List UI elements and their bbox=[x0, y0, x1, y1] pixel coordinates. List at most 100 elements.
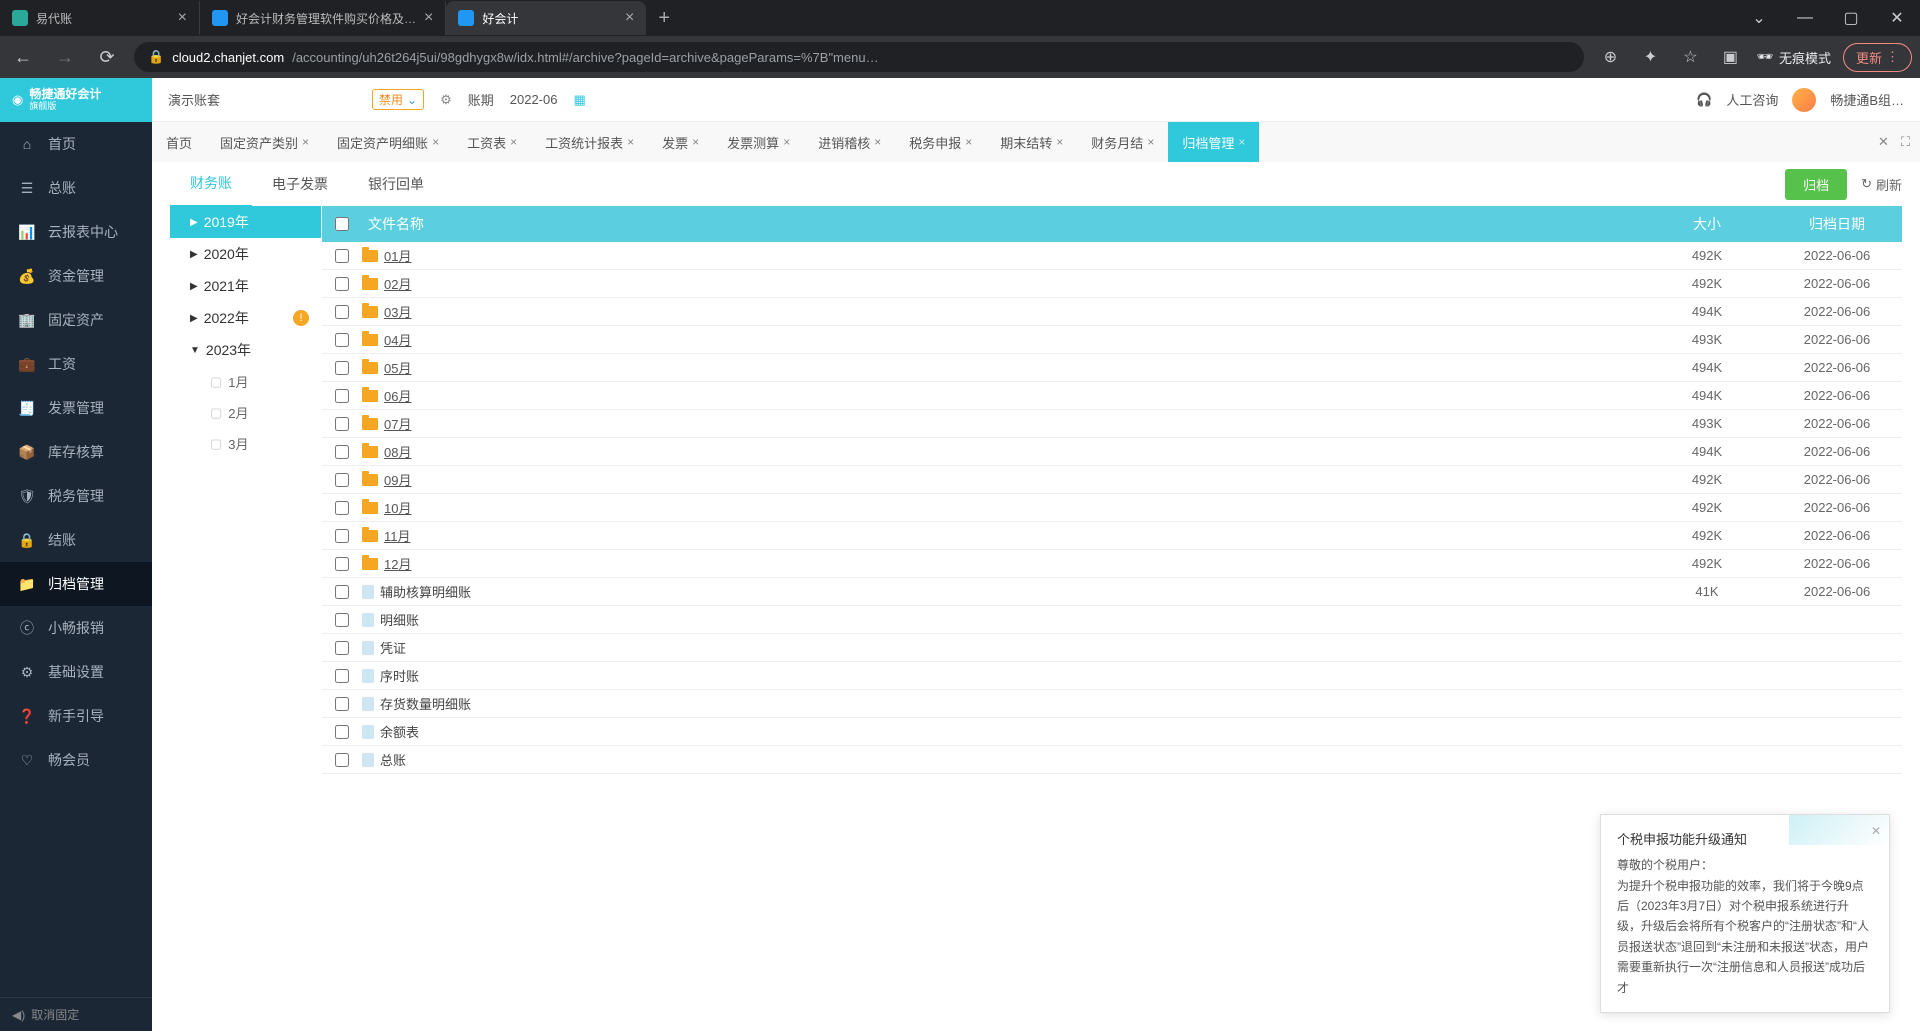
row-checkbox[interactable] bbox=[335, 473, 349, 487]
year-tree-child[interactable]: ▢ 1月 bbox=[170, 366, 321, 397]
sidebar-item[interactable]: ⌂ 首页 bbox=[0, 122, 152, 166]
sub-tab[interactable]: 财务账 bbox=[170, 161, 252, 207]
file-link[interactable]: 01月 bbox=[384, 246, 411, 265]
file-link[interactable]: 03月 bbox=[384, 302, 411, 321]
close-icon[interactable]: × bbox=[1238, 135, 1245, 149]
sidebar-item[interactable]: 🛡 税务管理 bbox=[0, 474, 152, 518]
sub-tab[interactable]: 电子发票 bbox=[252, 162, 348, 206]
minimize-button[interactable]: ― bbox=[1782, 0, 1828, 36]
close-icon[interactable]: × bbox=[627, 135, 634, 149]
sidebar-item[interactable]: ⚙ 基础设置 bbox=[0, 650, 152, 694]
close-icon[interactable]: × bbox=[783, 135, 790, 149]
close-icon[interactable]: × bbox=[178, 9, 187, 27]
row-checkbox[interactable] bbox=[335, 641, 349, 655]
file-link[interactable]: 05月 bbox=[384, 358, 411, 377]
close-icon[interactable]: × bbox=[1056, 135, 1063, 149]
row-checkbox[interactable] bbox=[335, 613, 349, 627]
page-tab[interactable]: 固定资产明细账× bbox=[323, 122, 453, 162]
file-link[interactable]: 04月 bbox=[384, 330, 411, 349]
file-link[interactable]: 08月 bbox=[384, 442, 411, 461]
chevron-down-icon[interactable]: ⌄ bbox=[1736, 0, 1782, 36]
page-tab[interactable]: 期末结转× bbox=[986, 122, 1077, 162]
refresh-button[interactable]: ↻ 刷新 bbox=[1861, 175, 1902, 194]
row-checkbox[interactable] bbox=[335, 333, 349, 347]
forward-button[interactable]: → bbox=[50, 42, 80, 72]
close-icon[interactable]: × bbox=[625, 9, 634, 27]
close-icon[interactable]: × bbox=[874, 135, 881, 149]
row-checkbox[interactable] bbox=[335, 389, 349, 403]
page-tab[interactable]: 进销稽核× bbox=[804, 122, 895, 162]
sidebar-item[interactable]: 🔒 结账 bbox=[0, 518, 152, 562]
extensions-icon[interactable]: ✦ bbox=[1636, 43, 1664, 71]
sidebar-item[interactable]: 🧾 发票管理 bbox=[0, 386, 152, 430]
file-link[interactable]: 02月 bbox=[384, 274, 411, 293]
sidebar-item[interactable]: ❓ 新手引导 bbox=[0, 694, 152, 738]
page-tab[interactable]: 首页 bbox=[152, 122, 206, 162]
close-window-button[interactable]: ✕ bbox=[1874, 0, 1920, 36]
row-checkbox[interactable] bbox=[335, 277, 349, 291]
zoom-icon[interactable]: ⊕ bbox=[1596, 43, 1624, 71]
page-tab[interactable]: 财务月结× bbox=[1077, 122, 1168, 162]
browser-tab[interactable]: 好会计财务管理软件购买价格及… × bbox=[200, 1, 446, 35]
sidebar-item[interactable]: 💼 工资 bbox=[0, 342, 152, 386]
year-tree-child[interactable]: ▢ 2月 bbox=[170, 397, 321, 428]
row-checkbox[interactable] bbox=[335, 585, 349, 599]
sidebar-item[interactable]: ⓒ 小畅报销 bbox=[0, 606, 152, 650]
select-all-checkbox[interactable] bbox=[335, 217, 349, 231]
url-input[interactable]: 🔒 cloud2.chanjet.com /accounting/uh26t26… bbox=[134, 42, 1584, 72]
row-checkbox[interactable] bbox=[335, 753, 349, 767]
read-mode-icon[interactable]: ▣ bbox=[1716, 43, 1744, 71]
row-checkbox[interactable] bbox=[335, 529, 349, 543]
gear-icon[interactable]: ⚙ bbox=[440, 92, 452, 108]
new-tab-button[interactable]: + bbox=[646, 7, 682, 30]
sidebar-unpin[interactable]: ◀) 取消固定 bbox=[0, 997, 152, 1031]
close-icon[interactable]: × bbox=[432, 135, 439, 149]
avatar[interactable] bbox=[1792, 88, 1816, 112]
sidebar-item[interactable]: ☰ 总账 bbox=[0, 166, 152, 210]
row-checkbox[interactable] bbox=[335, 557, 349, 571]
sidebar-item[interactable]: 📊 云报表中心 bbox=[0, 210, 152, 254]
user-name[interactable]: 畅捷通B组… bbox=[1830, 90, 1904, 109]
year-tree-item[interactable]: ▶ 2020年 bbox=[170, 238, 321, 270]
file-link[interactable]: 12月 bbox=[384, 554, 411, 573]
page-tab[interactable]: 固定资产类别× bbox=[206, 122, 323, 162]
close-all-tabs-button[interactable]: ✕ bbox=[1878, 134, 1889, 150]
file-link[interactable]: 09月 bbox=[384, 470, 411, 489]
sidebar-item[interactable]: 💰 资金管理 bbox=[0, 254, 152, 298]
account-name[interactable]: 演示账套 bbox=[168, 90, 220, 109]
sidebar-item[interactable]: ♡ 畅会员 bbox=[0, 738, 152, 782]
sidebar-item[interactable]: 🏢 固定资产 bbox=[0, 298, 152, 342]
browser-tab[interactable]: 易代账 × bbox=[0, 1, 200, 35]
page-tab[interactable]: 发票× bbox=[648, 122, 713, 162]
sub-tab[interactable]: 银行回单 bbox=[348, 162, 444, 206]
row-checkbox[interactable] bbox=[335, 249, 349, 263]
page-tab[interactable]: 归档管理× bbox=[1168, 122, 1259, 162]
page-tab[interactable]: 发票测算× bbox=[713, 122, 804, 162]
row-checkbox[interactable] bbox=[335, 305, 349, 319]
period-value[interactable]: 2022-06 bbox=[510, 92, 558, 107]
file-link[interactable]: 10月 bbox=[384, 498, 411, 517]
fullscreen-icon[interactable]: ⛶ bbox=[1901, 134, 1910, 150]
calendar-icon[interactable]: ▦ bbox=[573, 92, 585, 108]
file-link[interactable]: 11月 bbox=[384, 526, 411, 545]
sidebar-item[interactable]: 📦 库存核算 bbox=[0, 430, 152, 474]
archive-button[interactable]: 归档 bbox=[1785, 169, 1847, 200]
back-button[interactable]: ← bbox=[8, 42, 38, 72]
year-tree-item[interactable]: ▶ 2019年 bbox=[170, 206, 321, 238]
page-tab[interactable]: 工资统计报表× bbox=[531, 122, 648, 162]
sidebar-item[interactable]: 📁 归档管理 bbox=[0, 562, 152, 606]
ban-tag[interactable]: 禁用 ⌄ bbox=[372, 89, 424, 110]
close-icon[interactable]: × bbox=[692, 135, 699, 149]
close-icon[interactable]: ✕ bbox=[1871, 821, 1881, 841]
row-checkbox[interactable] bbox=[335, 417, 349, 431]
year-tree-item[interactable]: ▶ 2022年! bbox=[170, 302, 321, 334]
maximize-button[interactable]: ▢ bbox=[1828, 0, 1874, 36]
file-link[interactable]: 06月 bbox=[384, 386, 411, 405]
update-button[interactable]: 更新 ⋮ bbox=[1843, 43, 1912, 72]
star-icon[interactable]: ☆ bbox=[1676, 43, 1704, 71]
year-tree-item[interactable]: ▶ 2021年 bbox=[170, 270, 321, 302]
year-tree-item[interactable]: ▼ 2023年 bbox=[170, 334, 321, 366]
row-checkbox[interactable] bbox=[335, 725, 349, 739]
browser-tab[interactable]: 好会计 × bbox=[446, 1, 646, 35]
close-icon[interactable]: × bbox=[424, 9, 433, 27]
